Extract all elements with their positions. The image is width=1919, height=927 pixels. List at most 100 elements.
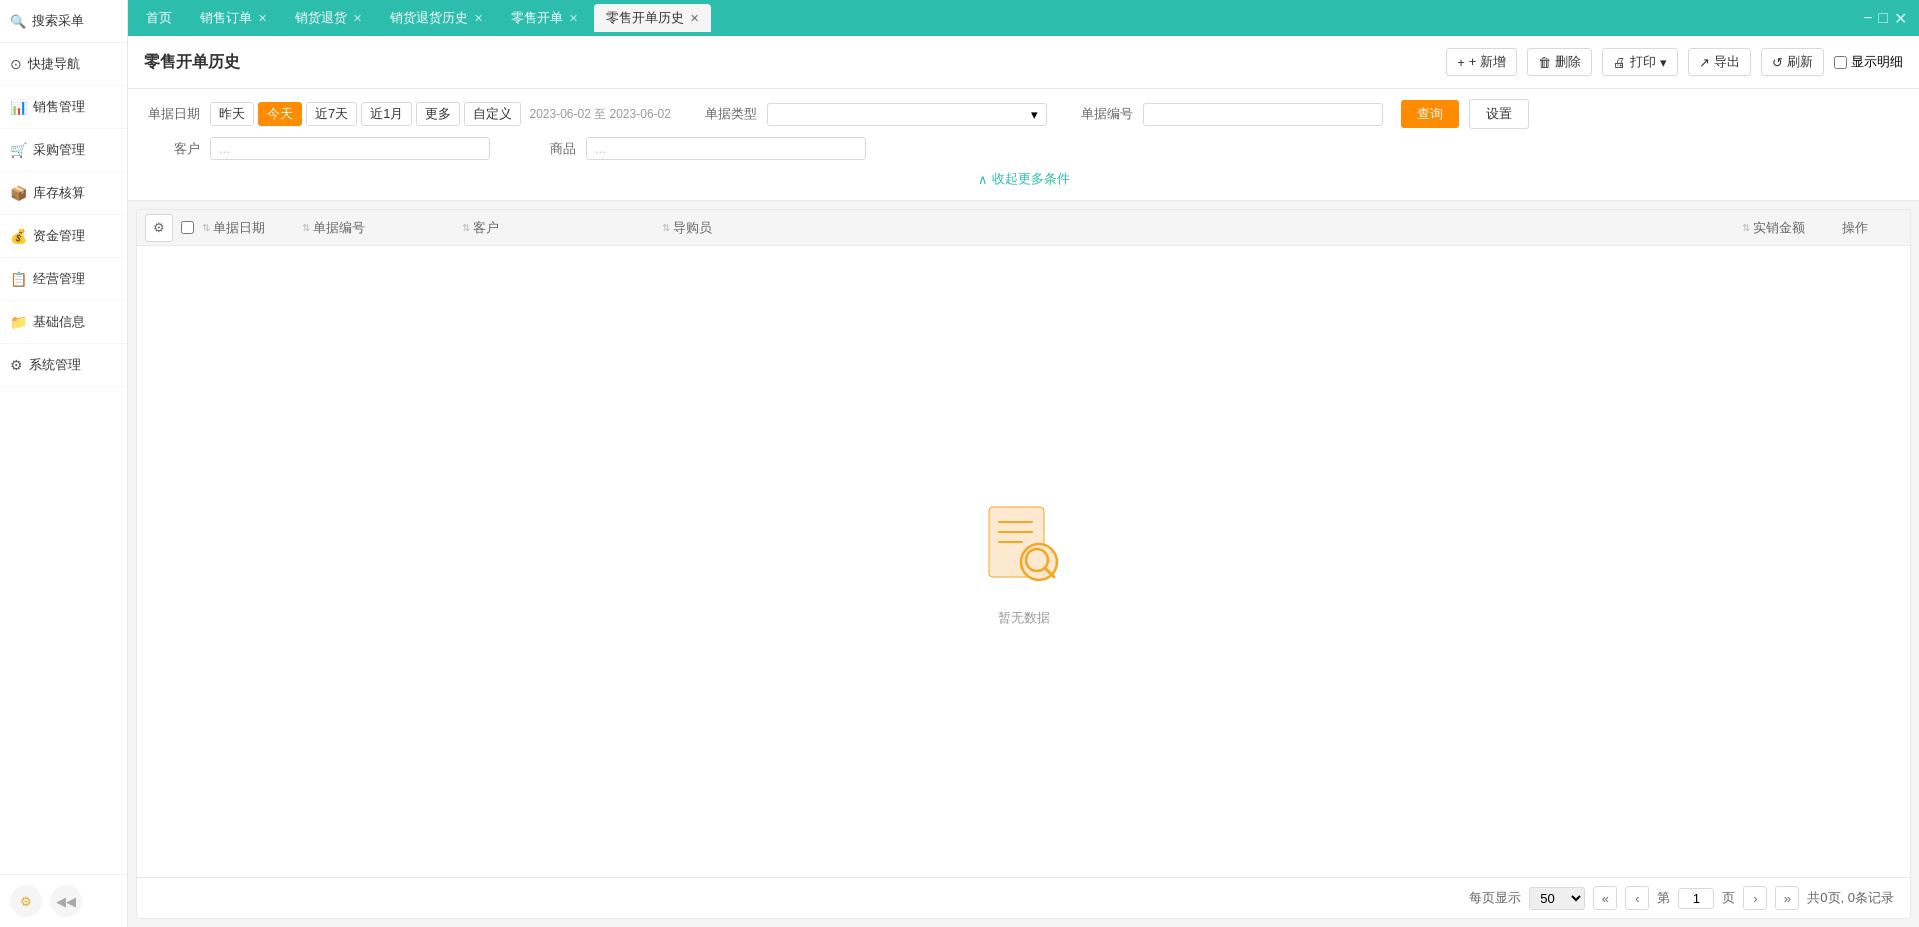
first-page-button[interactable]: « [1593,886,1617,910]
display-detail-checkbox[interactable] [1834,56,1847,69]
system-icon: ⚙ [10,357,23,373]
window-minimize-button[interactable]: − [1863,9,1872,27]
page-prefix-label: 第 [1657,889,1670,907]
col-header-doc-date[interactable]: ⇅ 单据日期 [202,219,302,237]
date-btn-last7[interactable]: 近7天 [306,102,357,126]
product-select[interactable]: ... [586,137,866,160]
export-label: 导出 [1714,53,1740,71]
sidebar-item-quick-nav[interactable]: ⊙ 快捷导航 [0,43,127,86]
sidebar-item-label: 库存核算 [33,184,85,202]
date-btn-yesterday[interactable]: 昨天 [210,102,254,126]
empty-text: 暂无数据 [998,609,1050,627]
date-btn-last-month[interactable]: 近1月 [361,102,412,126]
close-tab-sales-return-history[interactable]: ✕ [474,12,483,25]
page-number-input[interactable] [1678,888,1714,909]
tab-sales-return-history[interactable]: 销货退货历史 ✕ [378,4,495,32]
collapse-filter-button[interactable]: ∧ 收起更多条件 [144,168,1903,190]
sidebar-item-finance[interactable]: 💰 资金管理 [0,215,127,258]
col-header-salesperson[interactable]: ⇅ 导购员 [662,219,782,237]
sort-icon: ⇅ [302,222,310,233]
date-btn-custom[interactable]: 自定义 [464,102,521,126]
tab-sales-order-label: 销售订单 [200,9,252,27]
print-button[interactable]: 🖨 打印 ▾ [1602,48,1678,76]
add-button[interactable]: + + 新增 [1446,48,1517,76]
window-maximize-button[interactable]: □ [1878,9,1888,27]
sidebar-item-label: 销售管理 [33,98,85,116]
sidebar-item-label: 快捷导航 [28,55,80,73]
last-page-button[interactable]: » [1775,886,1799,910]
sidebar-item-purchase-mgmt[interactable]: 🛒 采购管理 [0,129,127,172]
tab-sales-return[interactable]: 销货退货 ✕ [283,4,374,32]
col-amount-label: 实销金额 [1753,219,1805,237]
date-btn-last7-label: 近7天 [315,106,348,121]
print-label: 打印 [1630,53,1656,71]
close-tab-sales-order[interactable]: ✕ [258,12,267,25]
col-header-customer[interactable]: ⇅ 客户 [462,219,662,237]
customer-select[interactable]: ... [210,137,490,160]
product-filter-label: 商品 [520,140,576,158]
customer-dots: ... [219,141,230,156]
date-btn-today-label: 今天 [267,106,293,121]
tab-home-label: 首页 [146,9,172,27]
sort-icon: ⇅ [202,222,210,233]
delete-button[interactable]: 🗑 删除 [1527,48,1592,76]
tab-retail-open[interactable]: 零售开单 ✕ [499,4,590,32]
refresh-label: 刷新 [1787,53,1813,71]
sidebar-search-label: 搜索采单 [32,12,84,30]
sidebar-item-basic-info[interactable]: 📁 基础信息 [0,301,127,344]
finance-icon: 💰 [10,228,27,244]
collapse-button[interactable]: ◀◀ [50,885,82,917]
refresh-button[interactable]: ↺ 刷新 [1761,48,1824,76]
sidebar-item-system[interactable]: ⚙ 系统管理 [0,344,127,387]
sidebar-item-operations[interactable]: 📋 经营管理 [0,258,127,301]
sidebar-search[interactable]: 🔍 搜索采单 [0,0,127,43]
col-header-doc-no[interactable]: ⇅ 单据编号 [302,219,462,237]
date-filter-label: 单据日期 [144,105,200,123]
sort-icon: ⇅ [462,222,470,233]
col-header-operation: 操作 [1842,219,1902,237]
close-tab-sales-return[interactable]: ✕ [353,12,362,25]
sort-icon: ⇅ [1742,222,1750,233]
doc-type-select[interactable]: ▾ [767,103,1047,126]
sidebar-item-label: 采购管理 [33,141,85,159]
tab-retail-open-history[interactable]: 零售开单历史 ✕ [594,4,711,32]
purchase-icon: 🛒 [10,142,27,158]
operations-icon: 📋 [10,271,27,287]
chevron-down-icon: ▾ [1031,107,1038,122]
date-btn-more[interactable]: 更多 [416,102,460,126]
tab-bar-right: − □ ✕ [1863,9,1915,28]
next-page-button[interactable]: › [1743,886,1767,910]
export-button[interactable]: ↗ 导出 [1688,48,1751,76]
table-settings-button[interactable]: ⚙ [145,214,173,242]
print-chevron-icon: ▾ [1660,55,1667,70]
select-all-checkbox[interactable] [181,221,194,234]
customer-filter-label: 客户 [144,140,200,158]
inventory-icon: 📦 [10,185,27,201]
sidebar: 🔍 搜索采单 ⊙ 快捷导航 📊 销售管理 🛒 采购管理 📦 库存核算 💰 资金管… [0,0,128,927]
close-tab-retail-open[interactable]: ✕ [569,12,578,25]
col-op-label: 操作 [1842,219,1868,237]
window-close-button[interactable]: ✕ [1894,9,1907,28]
sidebar-item-inventory[interactable]: 📦 库存核算 [0,172,127,215]
tab-sales-order[interactable]: 销售订单 ✕ [188,4,279,32]
filter-row-1: 单据日期 昨天 今天 近7天 近1月 更多 [144,99,1903,129]
tab-home[interactable]: 首页 [134,4,184,32]
col-no-label: 单据编号 [313,219,365,237]
settings-filter-button[interactable]: 设置 [1469,99,1529,129]
query-button[interactable]: 查询 [1401,100,1459,128]
page-header: 零售开单历史 + + 新增 🗑 删除 🖨 打印 ▾ ↗ 导出 [128,36,1919,89]
display-detail-checkbox-label[interactable]: 显示明细 [1834,53,1903,71]
date-btn-today[interactable]: 今天 [258,102,302,126]
col-header-actual-amount[interactable]: ⇅ 实销金额 [1742,219,1842,237]
main-area: 首页 销售订单 ✕ 销货退货 ✕ 销货退货历史 ✕ 零售开单 ✕ 零售开单历史 … [128,0,1919,927]
doc-no-input[interactable] [1143,103,1383,126]
date-filter-buttons: 昨天 今天 近7天 近1月 更多 自定义 [210,102,671,126]
sidebar-item-label: 系统管理 [29,356,81,374]
tab-retail-open-history-label: 零售开单历史 [606,9,684,27]
close-tab-retail-open-history[interactable]: ✕ [690,12,699,25]
settings-button[interactable]: ⚙ [10,885,42,917]
prev-page-button[interactable]: ‹ [1625,886,1649,910]
empty-state: 暂无数据 [137,246,1910,877]
per-page-select[interactable]: 50 20 100 [1529,887,1585,910]
sidebar-item-sales-mgmt[interactable]: 📊 销售管理 [0,86,127,129]
